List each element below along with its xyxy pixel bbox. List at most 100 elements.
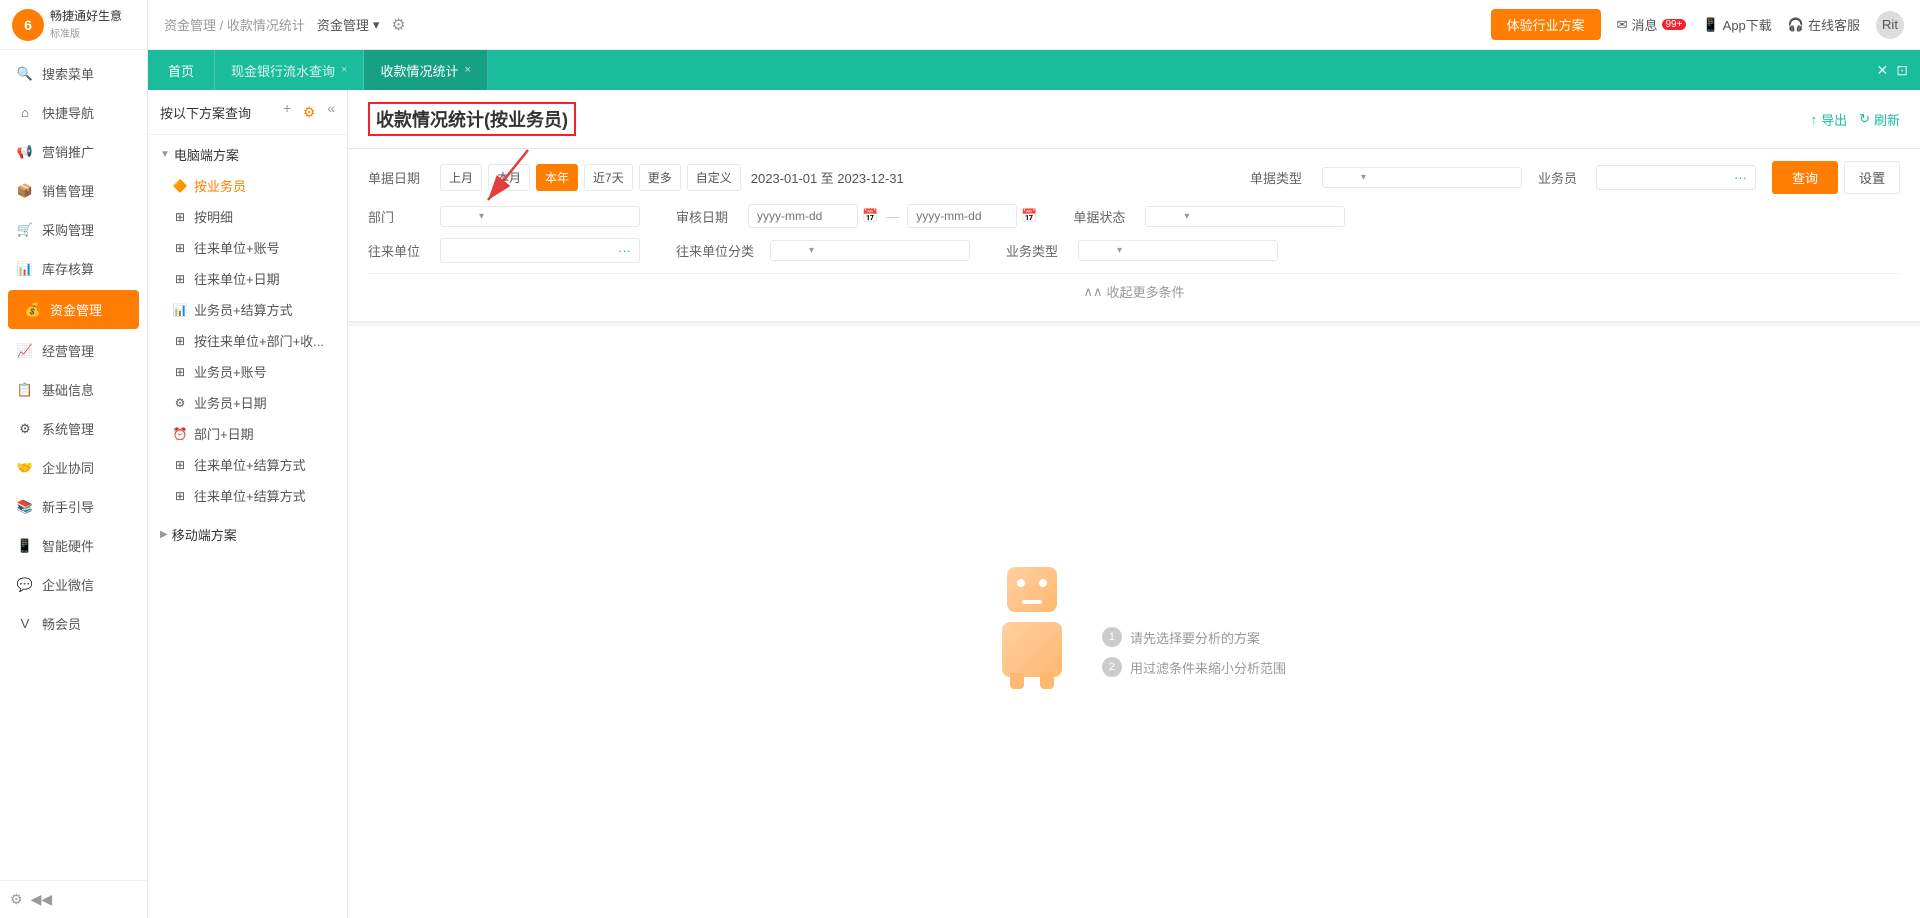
right-content: 收款情况统计(按业务员) ↑ 导出 ↻ 刷新 单据日期	[348, 90, 1920, 918]
export-btn[interactable]: ↑ 导出	[1811, 110, 1848, 129]
table3-icon: ⊞	[172, 333, 188, 349]
this-month-btn[interactable]: 本月	[488, 164, 530, 191]
tab-bank-flow-close[interactable]: ×	[341, 64, 347, 76]
scheme-item-partner-dept-recv[interactable]: ⊞ 按往来单位+部门+收...	[148, 325, 347, 356]
last-month-btn[interactable]: 上月	[440, 164, 482, 191]
voucher-date-label: 单据日期	[368, 168, 424, 187]
scheme-gear-btn[interactable]: ⚙	[297, 100, 321, 124]
workspace-name: 资金管理	[317, 15, 369, 34]
scheme-item-by-detail[interactable]: ⊞ 按明细	[148, 201, 347, 232]
calendar2-icon[interactable]: 📅	[1021, 208, 1037, 224]
megaphone-icon: 📢	[16, 143, 34, 161]
this-year-btn[interactable]: 本年	[536, 164, 578, 191]
filter-row-3: 往来单位 ··· 往来单位分类 ▾ 业务类型 ▾	[368, 238, 1900, 263]
review-date-start-input[interactable]	[748, 204, 858, 228]
filter-date-controls: 上月 本月 本年 近7天 更多 自定义 2023-01-01 至 2023-12…	[440, 164, 1234, 191]
online-service-btn[interactable]: 🎧 在线客服	[1788, 15, 1860, 34]
app-download-btn[interactable]: 📱 App下载	[1702, 15, 1771, 34]
more-date-btn[interactable]: 更多	[639, 164, 681, 191]
query-btn[interactable]: 查询	[1772, 161, 1838, 194]
scheme-group-mobile-title[interactable]: ▶ 移动端方案	[148, 519, 347, 550]
tab-receipt-stats-close[interactable]: ×	[464, 64, 470, 76]
tab-expand-btn[interactable]: ⊡	[1896, 62, 1908, 79]
scheme-item-dept-date[interactable]: ⏰ 部门+日期	[148, 418, 347, 449]
app-name: 畅捷通好生意	[50, 9, 122, 25]
review-date-end-input[interactable]	[907, 204, 1017, 228]
header-actions: 体验行业方案 ✉ 消息 99+ 📱 App下载 🎧 在线客服 Rit	[1491, 9, 1904, 40]
sidebar-nav: 🔍 搜索菜单 ⌂ 快捷导航 📢 营销推广 📦 销售管理 🛒 采购管理 📊 库存核…	[0, 50, 147, 880]
collapse-up-icon: ∧∧	[1083, 284, 1102, 300]
robot-mouth	[1022, 600, 1042, 604]
department-dropdown[interactable]: ▾	[440, 206, 640, 227]
trial-btn[interactable]: 体验行业方案	[1491, 9, 1601, 40]
calendar1-icon[interactable]: 📅	[862, 208, 878, 224]
partner-field[interactable]: ···	[440, 238, 640, 263]
sidebar-item-smart-hw[interactable]: 📱 智能硬件	[0, 526, 147, 565]
date-end: 2023-12-31	[837, 171, 904, 186]
sidebar-item-label: 库存核算	[42, 259, 94, 278]
sidebar-settings-btn[interactable]: ⚙	[10, 891, 23, 908]
sidebar-item-corp-collab[interactable]: 🤝 企业协同	[0, 448, 147, 487]
custom-date-btn[interactable]: 自定义	[687, 164, 741, 191]
clock-icon: ⏰	[172, 426, 188, 442]
voucher-status-dropdown[interactable]: ▾	[1145, 206, 1345, 227]
refresh-btn[interactable]: ↻ 刷新	[1859, 110, 1900, 129]
step1-num: 1	[1102, 627, 1122, 647]
sidebar-item-sales[interactable]: 📦 销售管理	[0, 171, 147, 210]
sidebar-item-inventory[interactable]: 📊 库存核算	[0, 249, 147, 288]
scheme-item-label: 业务员+账号	[194, 362, 267, 381]
scheme-item-partner-settlement2[interactable]: ⊞ 往来单位+结算方式	[148, 480, 347, 511]
workspace-dropdown[interactable]: 资金管理 ▾	[317, 15, 380, 34]
table5-icon: ⊞	[172, 457, 188, 473]
scheme-item-label: 往来单位+结算方式	[194, 455, 306, 474]
scheme-item-salesperson-date[interactable]: ⚙ 业务员+日期	[148, 387, 347, 418]
scheme-collapse-btn[interactable]: «	[327, 100, 335, 124]
recent7-btn[interactable]: 近7天	[584, 164, 633, 191]
logo-icon: 6	[12, 9, 44, 41]
sidebar-item-wechat[interactable]: 💬 企业微信	[0, 565, 147, 604]
tab-home[interactable]: 首页	[148, 50, 215, 90]
scheme-add-btn[interactable]: +	[283, 100, 291, 124]
finance-icon: 💰	[24, 301, 42, 319]
table4-icon: ⊞	[172, 364, 188, 380]
sidebar-collapse-btn[interactable]: ◀◀	[31, 891, 53, 908]
scheme-item-by-salesperson[interactable]: 🔶 按业务员	[148, 170, 347, 201]
sidebar-item-marketing[interactable]: 📢 营销推广	[0, 132, 147, 171]
business-type-dropdown[interactable]: ▾	[1078, 240, 1278, 261]
salesperson-field[interactable]: ···	[1596, 165, 1756, 190]
scheme-item-partner-date[interactable]: ⊞ 往来单位+日期	[148, 263, 347, 294]
partner-category-dropdown[interactable]: ▾	[770, 240, 970, 261]
sidebar-item-system[interactable]: ⚙ 系统管理	[0, 409, 147, 448]
message-badge: 99+	[1662, 19, 1687, 30]
gear-settings-btn[interactable]: ⚙	[391, 15, 405, 35]
sidebar-item-finance[interactable]: 💰 资金管理	[8, 290, 139, 329]
collapse-bar[interactable]: ∧∧ 收起更多条件	[368, 273, 1900, 309]
sidebar-item-guide[interactable]: 📚 新手引导	[0, 487, 147, 526]
business-type-label: 业务类型	[1006, 241, 1062, 260]
main-area: 资金管理 / 收款情况统计 资金管理 ▾ ⚙ 体验行业方案 ✉ 消息 99+ 📱…	[148, 0, 1920, 918]
sidebar-item-quick-nav[interactable]: ⌂ 快捷导航	[0, 93, 147, 132]
page-title-bar: 收款情况统计(按业务员) ↑ 导出 ↻ 刷新	[348, 90, 1920, 149]
scheme-group-desktop-title[interactable]: ▼ 电脑端方案	[148, 139, 347, 170]
sidebar-item-basic-info[interactable]: 📋 基础信息	[0, 370, 147, 409]
sidebar-item-member[interactable]: V 畅会员	[0, 604, 147, 643]
scheme-item-salesperson-settlement[interactable]: 📊 业务员+结算方式	[148, 294, 347, 325]
sidebar-item-purchase[interactable]: 🛒 采购管理	[0, 210, 147, 249]
user-avatar[interactable]: Rit	[1876, 11, 1904, 39]
search-icon: 🔍	[16, 65, 34, 83]
scheme-item-salesperson-account[interactable]: ⊞ 业务员+账号	[148, 356, 347, 387]
message-icon: ✉	[1617, 17, 1628, 33]
scheme-item-partner-account[interactable]: ⊞ 往来单位+账号	[148, 232, 347, 263]
sidebar-item-search[interactable]: 🔍 搜索菜单	[0, 54, 147, 93]
filter-settings-btn[interactable]: 设置	[1844, 161, 1900, 194]
robot-eye-left	[1017, 579, 1025, 587]
tab-receipt-stats[interactable]: 收款情况统计 ×	[364, 50, 487, 90]
tab-close-all-btn[interactable]: ✕	[1877, 62, 1889, 79]
tab-bank-flow[interactable]: 现金银行流水查询 ×	[215, 50, 364, 90]
sidebar-item-operation[interactable]: 📈 经营管理	[0, 331, 147, 370]
scheme-item-partner-settlement1[interactable]: ⊞ 往来单位+结算方式	[148, 449, 347, 480]
tab-home-label: 首页	[168, 61, 194, 80]
voucher-type-dropdown[interactable]: ▾	[1322, 167, 1522, 188]
message-btn[interactable]: ✉ 消息 99+	[1617, 15, 1687, 34]
scheme-header: 按以下方案查询 + ⚙ «	[148, 90, 347, 135]
